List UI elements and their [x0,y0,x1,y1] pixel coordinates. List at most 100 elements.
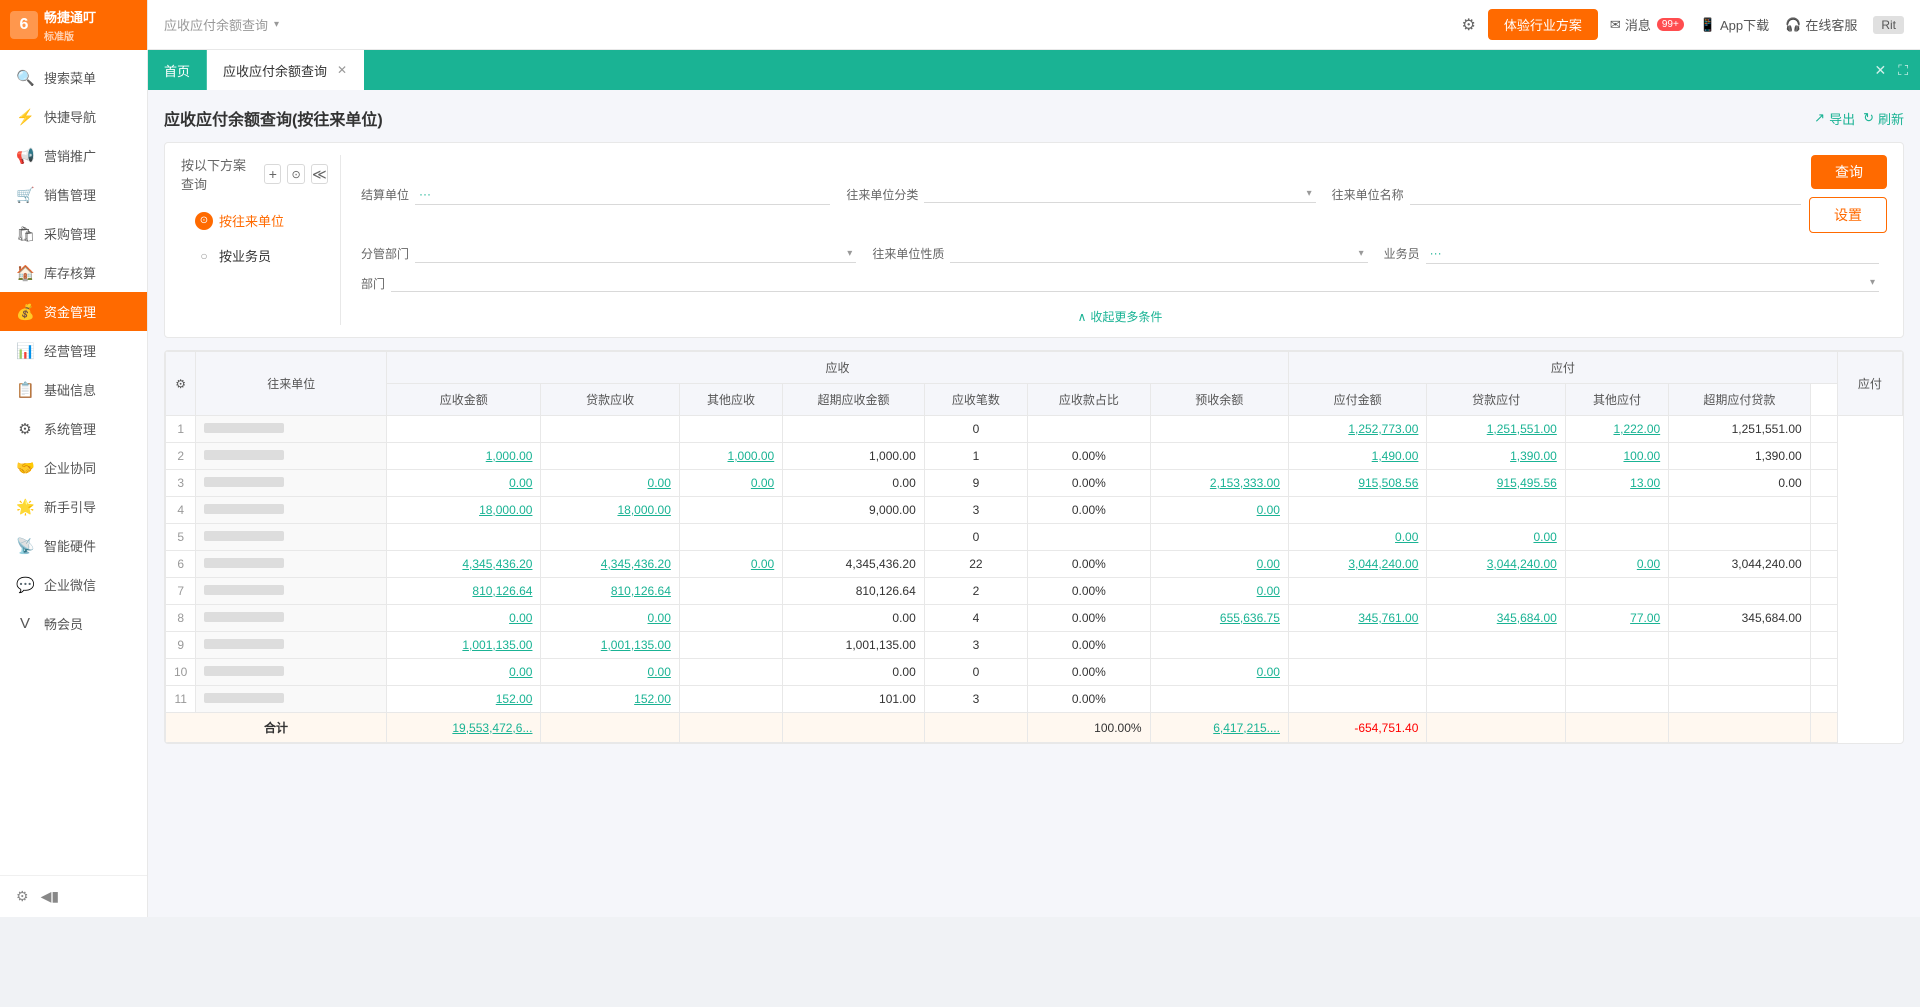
cell[interactable]: 345,761.00 [1288,605,1426,632]
header-gear-icon[interactable]: ⚙ [1462,15,1476,35]
sidebar-item-11[interactable]: 🌟 新手引导 [0,487,147,526]
cell[interactable]: 915,495.56 [1427,470,1565,497]
sidebar-collapse-icon[interactable]: ◀▮ [41,888,59,905]
cell[interactable]: 77.00 [1565,605,1668,632]
tab-close-icon[interactable]: ✕ [337,63,347,77]
sidebar-item-13[interactable]: 💬 企业微信 [0,565,147,604]
cell[interactable]: 1,390.00 [1427,443,1565,470]
sidebar-item-8[interactable]: 📋 基础信息 [0,370,147,409]
counterpart-name-input[interactable] [1410,184,1801,205]
cell[interactable]: 13.00 [1565,470,1668,497]
tab-minimize-icon[interactable]: ✕ [1874,62,1886,79]
refresh-icon: ↻ [1863,110,1874,126]
query-option-salesperson[interactable]: ○ 按业务员 [181,238,328,273]
cell[interactable]: 0.00 [1150,659,1288,686]
cell[interactable]: 0.00 [1150,551,1288,578]
sidebar-item-1[interactable]: ⚡ 快捷导航 [0,97,147,136]
cell[interactable]: 345,684.00 [1427,605,1565,632]
cell[interactable]: 1,000.00 [679,443,782,470]
th-loan-payable: 贷款应付 [1427,384,1565,416]
cell[interactable]: 1,000.00 [387,443,541,470]
sidebar-settings-icon[interactable]: ⚙ [16,888,29,905]
cell[interactable]: 1,251,551.00 [1427,416,1565,443]
cell[interactable]: 18,000.00 [387,497,541,524]
cell[interactable]: 915,508.56 [1288,470,1426,497]
filter-action-col: 查询 设置 [1809,155,1887,233]
sidebar-item-5[interactable]: 🏠 库存核算 [0,253,147,292]
cell[interactable]: 0.00 [541,470,679,497]
cell[interactable]: 0.00 [387,659,541,686]
cell[interactable]: 0.00 [1565,551,1668,578]
cell[interactable]: 0.00 [679,551,782,578]
cell[interactable]: 0.00 [541,659,679,686]
app-download-action[interactable]: 📱 App下载 [1700,15,1769,34]
query-option-counterpart[interactable]: ⊙ 按往来单位 [181,203,328,238]
cell[interactable]: 0.00 [387,470,541,497]
cell[interactable]: 4,345,436.20 [541,551,679,578]
cell[interactable]: 3,044,240.00 [1427,551,1565,578]
settings-button[interactable]: 设置 [1809,197,1887,233]
cell[interactable]: 152.00 [387,686,541,713]
online-service-action[interactable]: 🎧 在线客服 [1785,15,1857,34]
filter-collapse-left[interactable]: ≪ [311,164,328,184]
sidebar-item-9[interactable]: ⚙ 系统管理 [0,409,147,448]
sidebar-item-3[interactable]: 🛒 销售管理 [0,175,147,214]
cell[interactable]: 1,001,135.00 [387,632,541,659]
salesperson-input[interactable]: ··· [1426,243,1879,264]
cell[interactable]: 810,126.64 [387,578,541,605]
sidebar-item-0[interactable]: 🔍 搜索菜单 [0,58,147,97]
cell[interactable]: 1,490.00 [1288,443,1426,470]
dept-input[interactable]: ▾ [391,274,1879,292]
dept-manager-input[interactable]: ▾ [415,245,856,263]
cell [679,497,782,524]
cell[interactable]: 2,153,333.00 [1150,470,1288,497]
filter-add-button[interactable]: + [264,164,281,184]
sidebar-label-5: 库存核算 [44,263,96,282]
query-button[interactable]: 查询 [1811,155,1887,189]
export-button[interactable]: ↗ 导出 [1814,109,1855,128]
cell[interactable]: 0.00 [1150,578,1288,605]
cell[interactable]: 655,636.75 [1150,605,1288,632]
sidebar-item-14[interactable]: V 畅会员 [0,604,147,643]
sidebar-item-12[interactable]: 📡 智能硬件 [0,526,147,565]
cell[interactable]: 4,345,436.20 [387,551,541,578]
cell: 810,126.64 [783,578,925,605]
query-option-salesperson-label: 按业务员 [219,246,271,265]
cell[interactable]: 0.00 [1427,524,1565,551]
filter-settings-button[interactable]: ⊙ [287,164,304,184]
cell[interactable]: 0.00 [679,470,782,497]
tab-maximize-icon[interactable]: ⛶ [1898,62,1908,79]
message-action[interactable]: ✉ 消息 99+ [1610,15,1684,34]
cell[interactable]: 0.00 [1150,497,1288,524]
cell[interactable]: 0.00 [1288,524,1426,551]
sidebar-item-4[interactable]: 🛍 采购管理 [0,214,147,253]
sidebar-item-6[interactable]: 💰 资金管理 [0,292,147,331]
settlement-unit-input[interactable]: ··· [415,184,830,205]
cell[interactable]: 152.00 [541,686,679,713]
cell[interactable]: 810,126.64 [541,578,679,605]
sidebar-item-10[interactable]: 🤝 企业协同 [0,448,147,487]
cell[interactable]: 3,044,240.00 [1288,551,1426,578]
solution-button[interactable]: 体验行业方案 [1488,9,1598,40]
sidebar-item-2[interactable]: 📢 营销推广 [0,136,147,175]
cell[interactable]: 1,001,135.00 [541,632,679,659]
cell[interactable]: 100.00 [1565,443,1668,470]
breadcrumb-dropdown-icon[interactable]: ▾ [274,19,279,30]
cell[interactable]: 1,252,773.00 [1288,416,1426,443]
counterpart-nature-input[interactable]: ▾ [950,245,1367,263]
tab-home[interactable]: 首页 [148,50,207,90]
counterpart-category-input[interactable]: ▾ [924,185,1315,203]
sidebar-item-7[interactable]: 📊 经营管理 [0,331,147,370]
th-gear[interactable]: ⚙ [166,352,196,416]
collapse-button[interactable]: ∧ 收起更多条件 [353,308,1887,325]
cell[interactable]: 1,222.00 [1565,416,1668,443]
cell[interactable]: 0.00 [387,605,541,632]
refresh-button[interactable]: ↻ 刷新 [1863,109,1904,128]
cell[interactable]: 0.00 [541,605,679,632]
footer-receivable-total[interactable]: 19,553,472,6... [387,713,541,743]
tab-receivable[interactable]: 应收应付余额查询 ✕ [207,50,364,90]
user-avatar[interactable]: Rit [1873,16,1904,34]
filter-row-3: 部门 ▾ [353,274,1887,292]
footer-prepaid-total[interactable]: 6,417,215.... [1150,713,1288,743]
cell[interactable]: 18,000.00 [541,497,679,524]
